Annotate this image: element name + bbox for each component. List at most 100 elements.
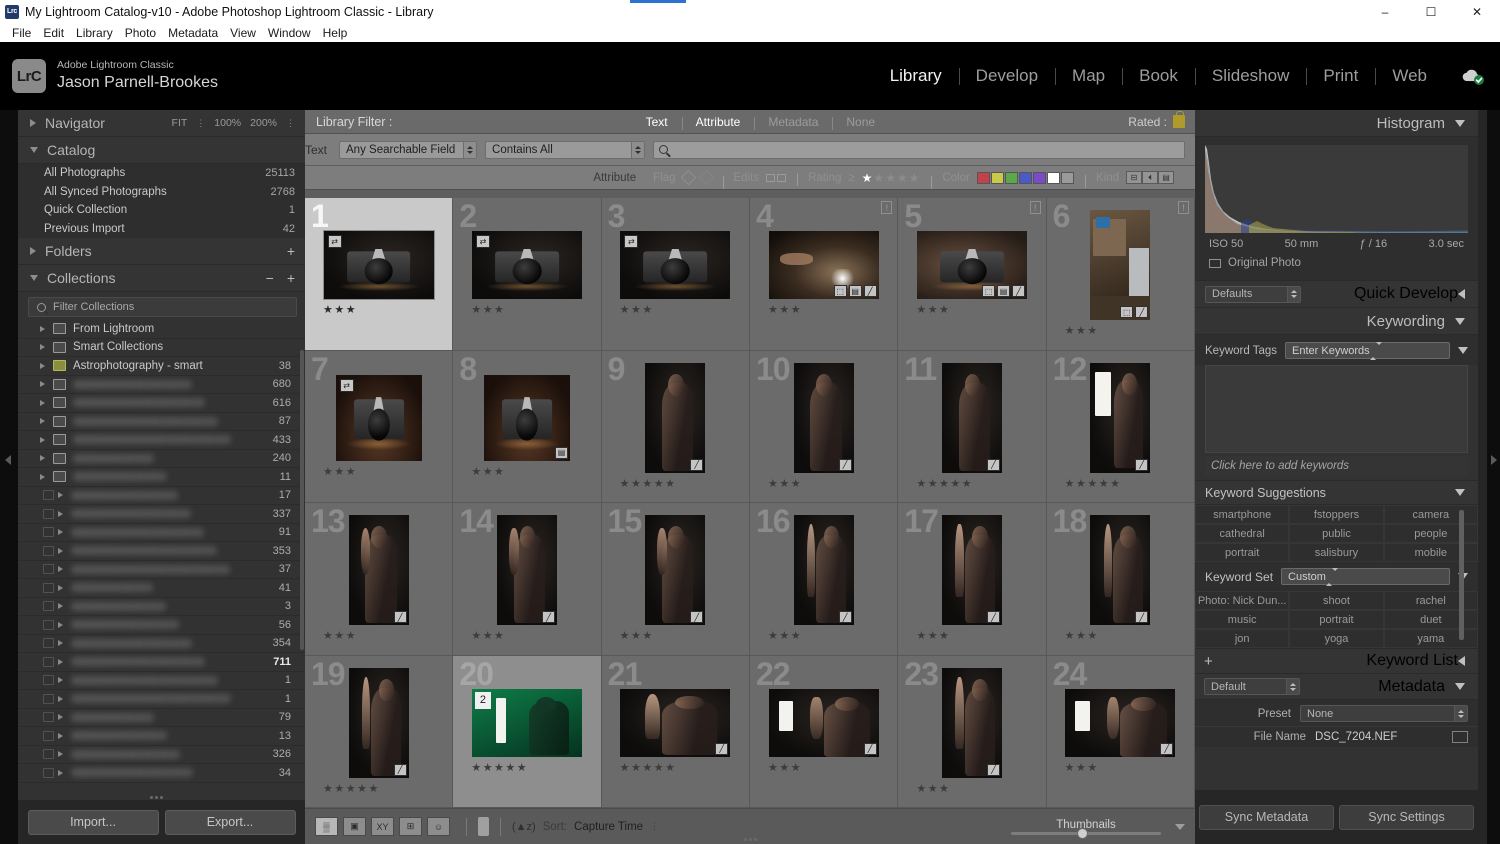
thumbnail[interactable]: ╱ [1090,362,1151,473]
develop-icon[interactable]: ╱ [838,458,852,471]
stack-count-badge[interactable]: 2 [474,691,491,709]
module-develop[interactable]: Develop [958,66,1055,86]
rating-stars[interactable]: ★★★★★ [471,761,528,774]
chevron-right-icon[interactable] [58,677,63,684]
collection-row[interactable]: Astrophotography - smart 38 [18,357,305,376]
collection-row[interactable]: 240 [18,450,305,468]
spinner-icon[interactable] [1369,341,1382,360]
collection-row[interactable]: From Lightroom [18,320,305,339]
rating-comparator-icon[interactable]: ≥ [848,172,854,184]
keyword-set-select[interactable]: Custom [1281,567,1450,586]
chevron-right-icon[interactable] [58,492,63,499]
catalog-row[interactable]: Quick Collection 1 [18,201,305,220]
minimize-button[interactable]: – [1362,0,1408,23]
grid-cell[interactable]: 12 ╱ ★★★★★ [1046,350,1195,503]
develop-icon[interactable]: ╱ [690,611,704,624]
spinner-icon[interactable] [1286,679,1299,694]
chevron-right-icon[interactable] [58,695,63,702]
grid-cell[interactable]: 17 ╱ ★★★ [898,503,1047,656]
module-book[interactable]: Book [1122,66,1195,86]
chevron-right-icon[interactable] [58,621,63,628]
grid-cell[interactable]: 11 ╱ ★★★★★ [898,350,1047,503]
right-panel-edge[interactable] [1487,110,1500,844]
maximize-button[interactable]: ☐ [1408,0,1454,23]
keyword-set-item[interactable]: shoot [1289,591,1384,610]
collection-row[interactable]: 3 [18,598,305,616]
crop-icon[interactable]: ⬚ [981,285,995,298]
rating-stars[interactable]: ★★★ [1065,761,1099,774]
collection-row[interactable]: 34 [18,764,305,783]
chevron-right-icon[interactable] [58,603,63,610]
module-library[interactable]: Library [873,66,959,86]
flag-picked-icon[interactable] [680,169,696,186]
meta-icon[interactable]: ▤ [554,446,568,459]
filmstrip-grip[interactable] [744,838,764,842]
chevron-right-icon[interactable] [40,399,45,406]
survey-view-icon[interactable]: ⊞ [399,817,422,836]
chevron-right-icon[interactable] [58,566,63,573]
keyword-text-area[interactable] [1205,365,1468,453]
zoom-200[interactable]: 200% [250,117,277,129]
collection-row[interactable]: 353 [18,542,305,561]
chevron-right-icon[interactable] [58,714,63,721]
left-panel-collapse-icon[interactable] [5,455,11,465]
chevron-right-icon[interactable] [40,455,45,462]
virtual-copy-icon[interactable]: ⏴ [1142,171,1158,184]
rating-stars[interactable]: ★★★ [620,303,654,316]
keyword-list-header[interactable]: + Keyword List [1195,648,1478,674]
develop-icon[interactable]: ╱ [1135,458,1149,471]
sync-icon[interactable]: ⇄ [624,235,639,249]
grid-cell[interactable]: 9 ╱ ★★★★★ [601,350,750,503]
zoom-100[interactable]: 100% [214,117,241,129]
grid-cell[interactable]: 3 ⇄ ★★★ [601,198,750,351]
add-folder-button[interactable]: + [287,243,295,259]
metadata-preset-select[interactable]: None [1300,705,1468,722]
rating-stars[interactable]: ★★★ [916,303,950,316]
quick-develop-header[interactable]: Defaults Quick Develop [1195,280,1478,308]
menu-item-view[interactable]: View [224,25,262,41]
thumbnail[interactable]: ╱ [941,667,1002,778]
missing-photo-icon[interactable]: ! [881,201,893,214]
thumbnail[interactable]: 2 [471,688,582,757]
cloud-sync-ok-icon[interactable] [1460,66,1486,86]
thumbnail[interactable]: ╱ [1065,688,1176,757]
keywording-header[interactable]: Keywording [1195,308,1478,335]
histogram-header[interactable]: Histogram [1195,110,1478,137]
grid-cell[interactable]: 10 ╱ ★★★ [749,350,899,503]
add-collection-button[interactable]: + [287,270,295,286]
develop-icon[interactable]: ╱ [1135,611,1149,624]
module-web[interactable]: Web [1375,66,1444,86]
keyword-set-item[interactable]: yoga [1289,629,1384,648]
thumbnail[interactable]: ╱ [793,515,854,626]
sync-icon[interactable]: ⇄ [339,378,354,392]
collection-row[interactable]: 433 [18,431,305,450]
chevron-right-icon[interactable] [40,381,45,388]
keyword-set-item[interactable]: jon [1195,629,1290,648]
collections-header[interactable]: Collections − + [18,265,305,292]
grid-view-icon[interactable]: ▒ [315,817,338,836]
left-panel-edge[interactable] [0,110,18,844]
rating-stars[interactable]: ★★★ [471,303,505,316]
develop-icon[interactable]: ╱ [986,763,1000,776]
grid-cell[interactable]: 22 ╱ ★★★ [749,655,899,808]
keyword-suggestion[interactable]: smartphone [1195,505,1290,524]
navigator-header[interactable]: Navigator FIT ⋮ 100% 200% ⋮ [18,110,305,137]
filter-collections-input[interactable]: Filter Collections [28,297,297,317]
chevron-right-icon[interactable] [58,769,63,776]
grid-cell[interactable]: 4 ⬚ ▤ ╱! ★★★ [749,198,899,351]
grid-cell[interactable]: 24 ╱ ★★★ [1046,655,1195,808]
develop-icon[interactable]: ╱ [1011,285,1025,298]
collection-row[interactable]: 680 [18,376,305,394]
sync-icon[interactable]: ⇄ [327,235,342,249]
sync-settings-button[interactable]: Sync Settings [1339,804,1474,830]
grid-cell[interactable]: 15 ╱ ★★★ [601,503,750,656]
develop-icon[interactable]: ╱ [393,763,407,776]
grid-cell[interactable]: 7 ⇄ ★★★ [305,350,454,503]
text-search-input[interactable] [653,140,1185,159]
filter-star-4[interactable]: ★ [897,171,909,185]
color-swatch-3[interactable] [1004,171,1018,184]
keyword-suggestion[interactable]: salisbury [1289,543,1384,562]
spray-can-icon[interactable] [478,817,489,836]
rating-stars[interactable]: ★★★ [471,465,505,478]
thumbnail[interactable]: ╱ [941,362,1002,473]
